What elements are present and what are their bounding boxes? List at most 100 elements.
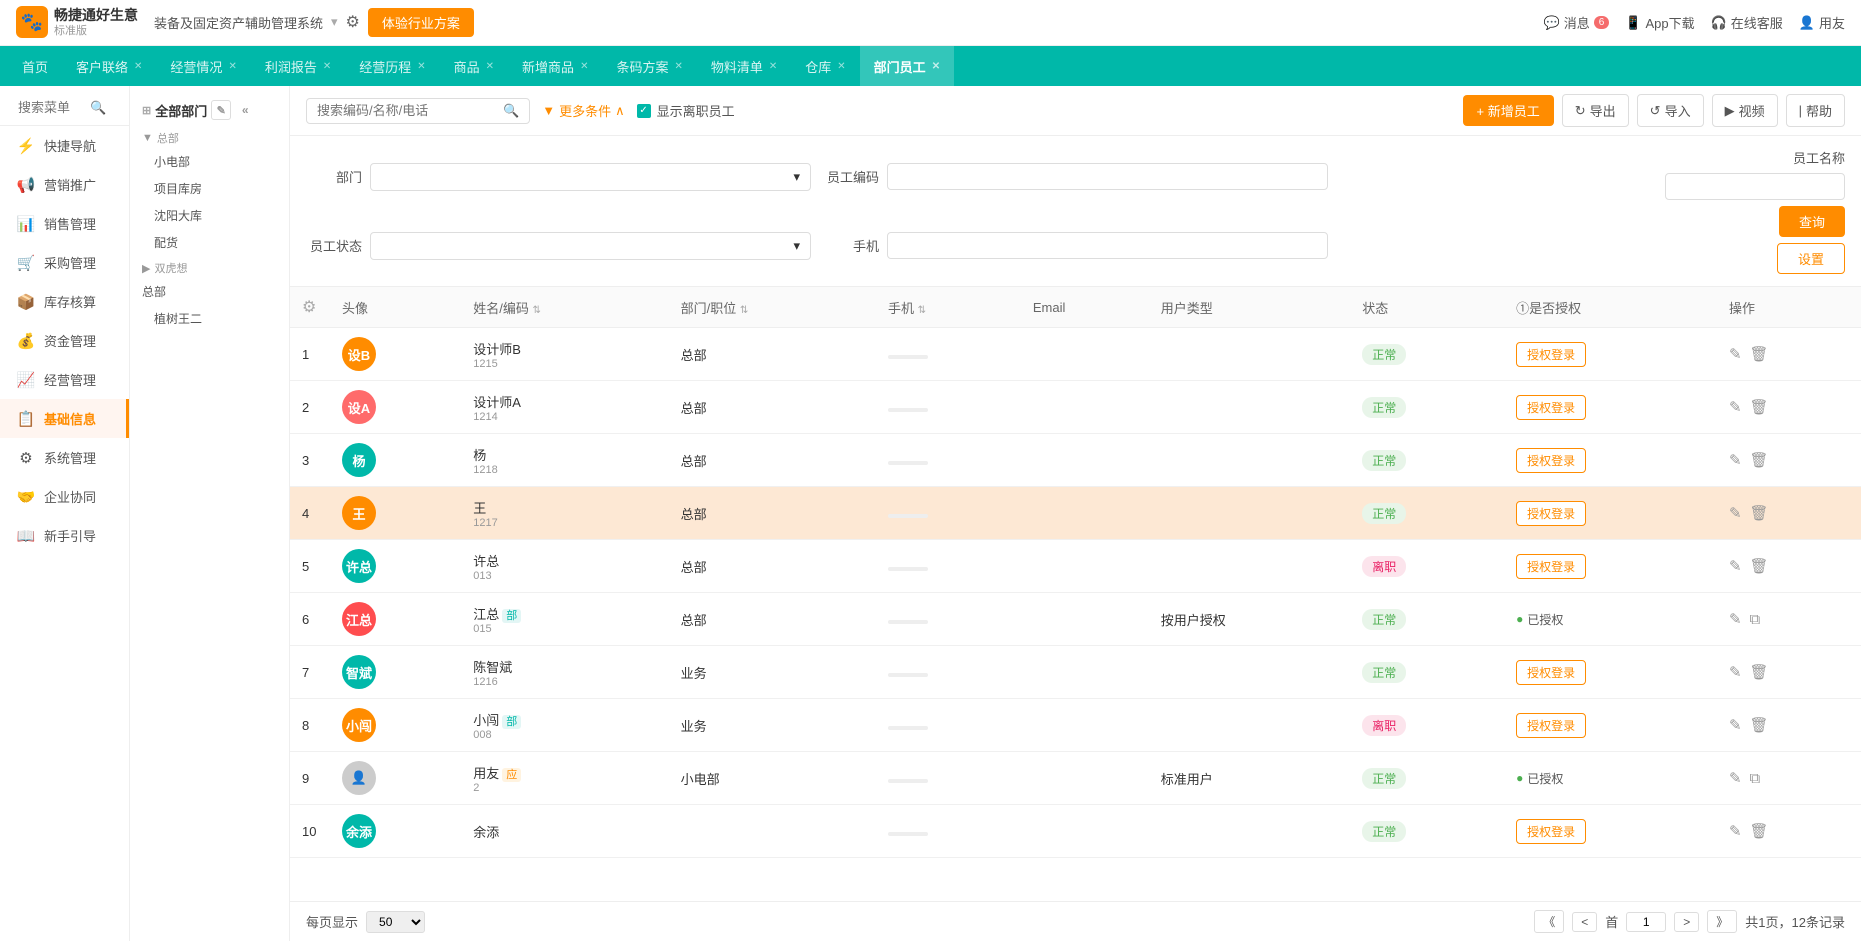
edit-icon[interactable]: ✎ [1729,398,1742,416]
status-select[interactable]: ▾ [370,232,811,260]
add-employee-btn[interactable]: + 新增员工 [1463,95,1554,126]
tab-profit[interactable]: 利润报告 ✕ [251,46,345,86]
all-dept-label[interactable]: 全部部门 [155,101,207,120]
message-btn[interactable]: 💬 消息 6 [1544,13,1610,32]
dept-item-zb[interactable]: 总部 [130,278,289,305]
dept-edit-btn[interactable]: ✎ [211,100,231,120]
close-icon[interactable]: ✕ [837,61,845,72]
dept-item-shx[interactable]: ▶ 双虎想 [130,256,289,278]
delete-icon[interactable]: 🗑 [1750,504,1769,522]
delete-icon[interactable]: 🗑 [1750,398,1769,416]
close-icon[interactable]: ✕ [769,61,777,72]
first-page-btn[interactable]: 《 [1534,910,1564,933]
tab-barcode[interactable]: 条码方案 ✕ [602,46,696,86]
close-icon[interactable]: ✕ [580,61,588,72]
edit-icon[interactable]: ✎ [1729,822,1742,840]
tab-new-goods[interactable]: 新增商品 ✕ [508,46,602,86]
tab-goods[interactable]: 商品 ✕ [440,46,508,86]
close-icon[interactable]: ✕ [417,61,425,72]
row-auth[interactable]: 授权登录 [1504,805,1717,858]
sidebar-item-corp[interactable]: 🤝 企业协同 [0,477,129,516]
import-btn[interactable]: ↺ 导入 [1637,94,1704,127]
empname-input[interactable] [1665,173,1845,200]
sidebar-item-operation[interactable]: 📈 经营管理 [0,360,129,399]
delete-icon[interactable]: 🗑 [1750,663,1769,681]
edit-icon[interactable]: ✎ [1729,716,1742,734]
page-number-input[interactable] [1626,912,1666,932]
sidebar-item-guide[interactable]: 📖 新手引导 [0,516,129,555]
dept-item-ph[interactable]: 配货 [130,229,289,256]
sidebar-search-input[interactable] [10,96,90,119]
delete-icon[interactable]: 🗑 [1750,345,1769,363]
edit-icon[interactable]: ✎ [1729,663,1742,681]
tab-home[interactable]: 首页 [8,46,62,86]
edit-icon[interactable]: ✎ [1729,610,1742,628]
auth-btn[interactable]: 授权登录 [1516,554,1586,579]
query-btn[interactable]: 查询 [1779,206,1845,237]
sidebar-item-sales[interactable]: 📊 销售管理 [0,204,129,243]
gear-icon[interactable]: ⚙ [302,299,316,316]
auth-btn[interactable]: 授权登录 [1516,395,1586,420]
tab-bom[interactable]: 物料清单 ✕ [697,46,791,86]
trial-button[interactable]: 体验行业方案 [368,8,474,37]
edit-icon[interactable]: ✎ [1729,769,1742,787]
resigned-checkbox[interactable]: ✓ [637,104,651,118]
phone-input[interactable] [887,232,1328,259]
set-btn[interactable]: 设置 [1777,243,1845,274]
prev-page-btn[interactable]: < [1572,912,1597,932]
more-filter-btn[interactable]: ▼ 更多条件 ∧ [542,101,624,120]
tab-customer[interactable]: 客户联络 ✕ [62,46,156,86]
delete-icon[interactable]: 🗑 [1750,451,1769,469]
delete-icon[interactable]: 🗑 [1750,557,1769,575]
th-name[interactable]: 姓名/编码 ⇅ [461,287,668,328]
tab-operation[interactable]: 经营情况 ✕ [156,46,250,86]
auth-btn[interactable]: 授权登录 [1516,501,1586,526]
close-icon[interactable]: ✕ [932,61,940,72]
edit-icon[interactable]: ✎ [1729,451,1742,469]
sidebar-item-system[interactable]: ⚙ 系统管理 [0,438,129,477]
row-auth[interactable]: 授权登录 [1504,434,1717,487]
dept-item-zsw[interactable]: 植树王二 [130,305,289,332]
edit-icon[interactable]: ✎ [1729,557,1742,575]
dept-item-sydk[interactable]: 沈阳大库 [130,202,289,229]
auth-btn[interactable]: 授权登录 [1516,819,1586,844]
row-auth[interactable]: 授权登录 [1504,699,1717,752]
auth-btn[interactable]: 授权登录 [1516,713,1586,738]
tab-employee[interactable]: 部门员工 ✕ [860,46,954,86]
row-auth[interactable]: 授权登录 [1504,328,1717,381]
row-auth[interactable]: 授权登录 [1504,540,1717,593]
th-gear[interactable]: ⚙ [290,287,330,328]
export-btn[interactable]: ↻ 导出 [1562,94,1629,127]
tab-warehouse[interactable]: 仓库 ✕ [791,46,859,86]
edit-icon[interactable]: ✎ [1729,504,1742,522]
row-auth[interactable]: 授权登录 [1504,381,1717,434]
dept-collapse-btn[interactable]: « [235,100,255,120]
dept-item-xdbu[interactable]: 小电部 [130,148,289,175]
auth-btn[interactable]: 授权登录 [1516,342,1586,367]
user-menu-btn[interactable]: 👤 用友 [1799,13,1845,32]
view-btn[interactable]: ▶ 视频 [1712,94,1778,127]
sidebar-item-marketing[interactable]: 📢 营销推广 [0,165,129,204]
close-icon[interactable]: ✕ [486,61,494,72]
next-page-btn[interactable]: > [1674,912,1699,932]
empcode-input[interactable] [887,163,1328,190]
close-icon[interactable]: ✕ [134,61,142,72]
sidebar-item-finance[interactable]: 💰 资金管理 [0,321,129,360]
dropdown-icon[interactable]: ▾ [331,14,338,30]
help-btn[interactable]: | 帮助 [1786,94,1845,127]
show-resigned-toggle[interactable]: ✓ 显示离职员工 [637,101,735,120]
online-service-btn[interactable]: 🎧 在线客服 [1711,13,1783,32]
tab-history[interactable]: 经营历程 ✕ [345,46,439,86]
sidebar-item-basic[interactable]: 📋 基础信息 [0,399,129,438]
copy-icon[interactable]: ⧉ [1750,611,1761,628]
delete-icon[interactable]: 🗑 [1750,716,1769,734]
last-page-btn[interactable]: 》 [1707,910,1737,933]
row-auth[interactable]: 授权登录 [1504,487,1717,540]
dept-item-xmkf[interactable]: 项目库房 [130,175,289,202]
row-auth[interactable]: 授权登录 [1504,646,1717,699]
per-page-select[interactable]: 50 100 200 [366,911,425,933]
edit-icon[interactable]: ✎ [1729,345,1742,363]
auth-btn[interactable]: 授权登录 [1516,448,1586,473]
search-input[interactable] [317,103,497,118]
app-download-btn[interactable]: 📱 App下载 [1625,13,1694,32]
